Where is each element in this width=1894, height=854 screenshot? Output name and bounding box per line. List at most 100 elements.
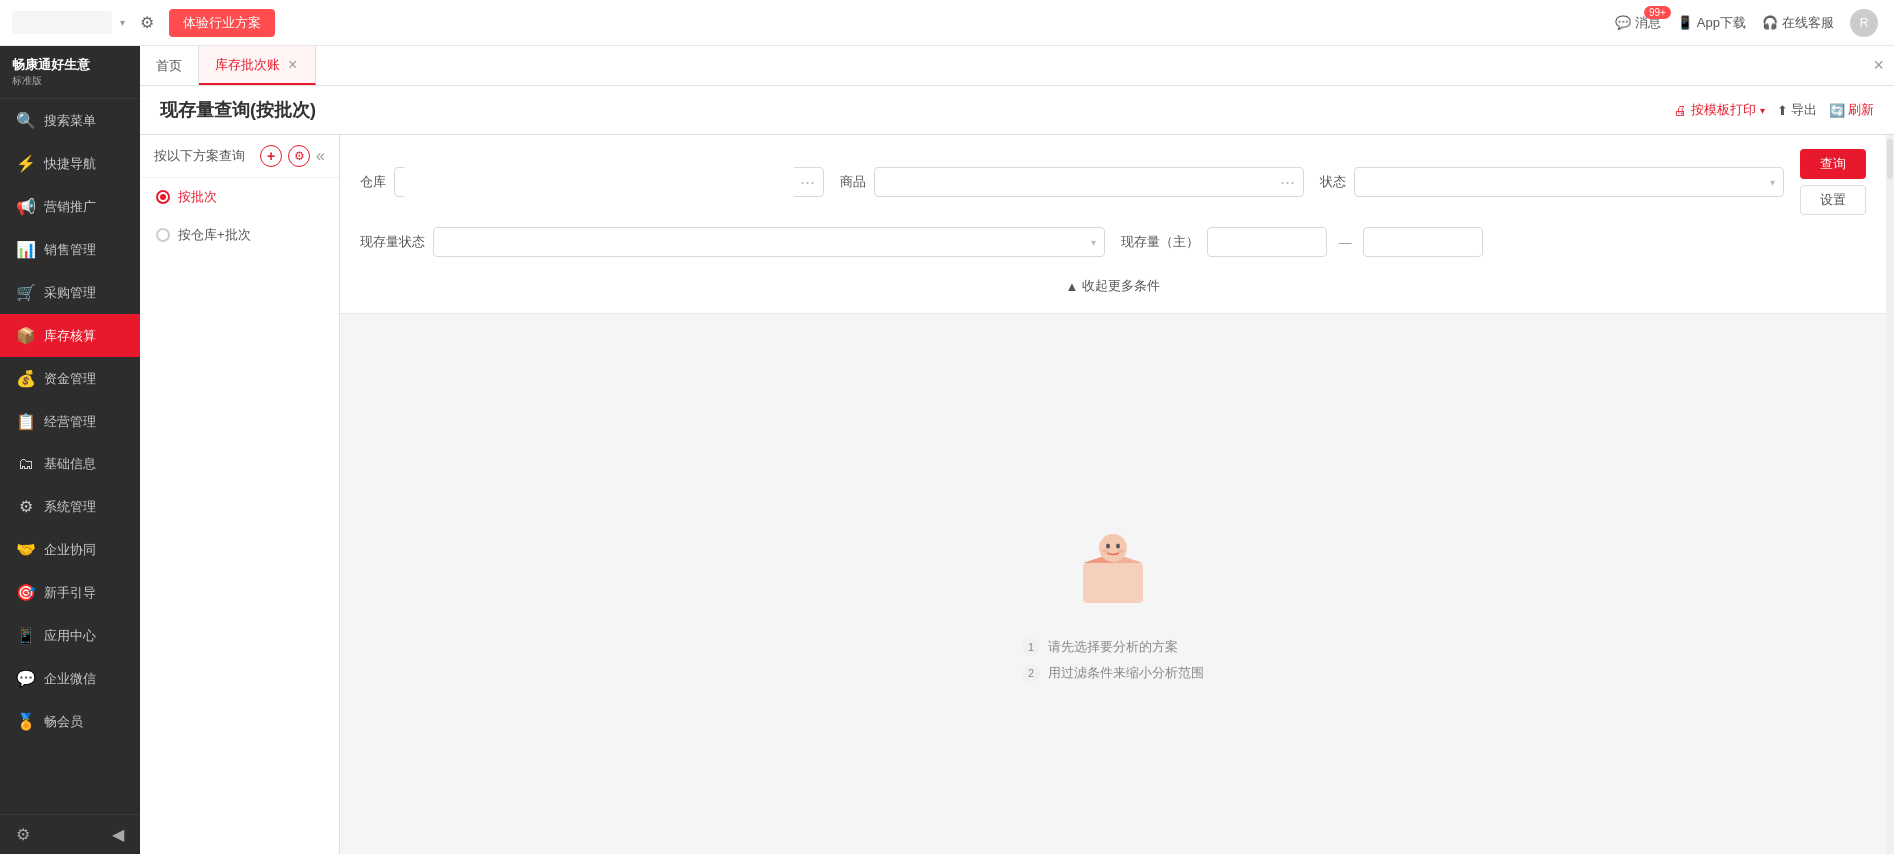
- topbar-gear-icon[interactable]: ⚙: [133, 9, 161, 37]
- tab-bar-close[interactable]: ×: [1863, 46, 1894, 85]
- qty-from-input[interactable]: [1216, 235, 1318, 250]
- sidebar-item-enterprise[interactable]: 🤝 企业协同: [0, 528, 140, 571]
- sidebar-item-basic[interactable]: 🗂 基础信息: [0, 443, 140, 485]
- sales-icon: 📊: [16, 240, 36, 259]
- svg-point-5: [1116, 544, 1120, 549]
- app-download-btn[interactable]: 📱 App下载: [1677, 14, 1746, 32]
- tab-bar: 首页 库存批次账 × ×: [140, 46, 1894, 86]
- sidebar-label-purchase: 采购管理: [44, 284, 96, 302]
- inventory-qty-label: 现存量（主）: [1121, 233, 1199, 251]
- operations-icon: 📋: [16, 412, 36, 431]
- sidebar-label-sales: 销售管理: [44, 241, 96, 259]
- inventory-icon: 📦: [16, 326, 36, 345]
- form-row-2: 现存量状态 ▾ 现存量（主） —: [360, 227, 1866, 257]
- page-header: 现存量查询(按批次) 🖨 按模板打印 ▾ ⬆ 导出 🔄 刷新: [140, 86, 1894, 135]
- sidebar-label-finance: 资金管理: [44, 370, 96, 388]
- sidebar-item-wechat[interactable]: 💬 企业微信: [0, 657, 140, 700]
- sidebar-item-newuser[interactable]: 🎯 新手引导: [0, 571, 140, 614]
- dropdown-icon[interactable]: ▾: [120, 17, 125, 28]
- sidebar: 畅康通好生意 标准版 🔍 搜索菜单 ⚡ 快捷导航 📢 营销推广 📊 销售管理 🛒: [0, 46, 140, 854]
- page-close-icon[interactable]: ×: [1873, 55, 1884, 76]
- print-template-btn[interactable]: 🖨 按模板打印 ▾: [1674, 101, 1765, 119]
- newuser-icon: 🎯: [16, 583, 36, 602]
- empty-illustration: [1063, 518, 1163, 618]
- collapse-more-btn[interactable]: ▲ 收起更多条件: [360, 269, 1866, 303]
- brand-name: 畅康通好生意: [12, 56, 128, 74]
- settings-button[interactable]: 设置: [1800, 185, 1866, 215]
- warehouse-label: 仓库: [360, 173, 386, 191]
- sidebar-item-operations[interactable]: 📋 经营管理: [0, 400, 140, 443]
- filter-panel: 按以下方案查询 + ⚙ « 按批次 按仓库+批次: [140, 135, 340, 854]
- svg-point-6: [1102, 550, 1108, 553]
- filter-scheme-by-warehouse-batch-label: 按仓库+批次: [178, 226, 251, 244]
- sidebar-item-system[interactable]: ⚙ 系统管理: [0, 485, 140, 528]
- right-scrollbar[interactable]: [1886, 135, 1894, 854]
- qty-from-wrapper[interactable]: [1207, 227, 1327, 257]
- messages-btn[interactable]: 💬 消息 99+: [1615, 14, 1661, 32]
- marketing-icon: 📢: [16, 197, 36, 216]
- search-menu-icon: 🔍: [16, 111, 36, 130]
- sidebar-label-operations: 经营管理: [44, 413, 96, 431]
- collapse-more-label: 收起更多条件: [1082, 277, 1160, 295]
- sidebar-item-inventory[interactable]: 📦 库存核算: [0, 314, 140, 357]
- right-content: 仓库 ··· 商品 ···: [340, 135, 1886, 854]
- tab-home[interactable]: 首页: [140, 46, 199, 85]
- sidebar-label-system: 系统管理: [44, 498, 96, 516]
- inventory-status-select[interactable]: ▾: [433, 227, 1105, 257]
- topbar-search[interactable]: [12, 11, 112, 34]
- tab-close-button[interactable]: ×: [286, 56, 299, 74]
- inventory-qty-field: 现存量（主） —: [1121, 227, 1866, 257]
- sidebar-label-marketing: 营销推广: [44, 198, 96, 216]
- filter-scheme-by-warehouse-batch[interactable]: 按仓库+批次: [140, 216, 339, 254]
- svg-point-4: [1106, 544, 1110, 549]
- sidebar-collapse-icon[interactable]: ◀: [112, 825, 124, 844]
- qty-to-wrapper[interactable]: [1363, 227, 1483, 257]
- goods-field: 商品 ···: [840, 167, 1304, 197]
- search-input[interactable]: [22, 15, 102, 30]
- sidebar-item-purchase[interactable]: 🛒 采购管理: [0, 271, 140, 314]
- goods-input[interactable]: [883, 175, 1276, 190]
- form-buttons: 查询 设置: [1800, 149, 1866, 215]
- filter-add-btn[interactable]: +: [260, 145, 282, 167]
- qty-to-input[interactable]: [1372, 235, 1474, 250]
- warehouse-input[interactable]: [403, 167, 796, 197]
- filter-panel-header: 按以下方案查询 + ⚙ «: [140, 135, 339, 178]
- query-button[interactable]: 查询: [1800, 149, 1866, 179]
- sidebar-settings-icon[interactable]: ⚙: [16, 825, 30, 844]
- sidebar-item-vip[interactable]: 🏅 畅会员: [0, 700, 140, 743]
- filter-settings-btn[interactable]: ⚙: [288, 145, 310, 167]
- status-caret-icon: ▾: [1770, 177, 1775, 188]
- refresh-label: 刷新: [1848, 101, 1874, 119]
- goods-dots[interactable]: ···: [1280, 173, 1295, 191]
- experience-button[interactable]: 体验行业方案: [169, 9, 275, 37]
- app-icon: 📱: [1677, 15, 1693, 30]
- export-btn[interactable]: ⬆ 导出: [1777, 101, 1817, 119]
- sidebar-label-search-menu: 搜索菜单: [44, 112, 96, 130]
- main-layout: 畅康通好生意 标准版 🔍 搜索菜单 ⚡ 快捷导航 📢 营销推广 📊 销售管理 🛒: [0, 46, 1894, 854]
- filter-scheme-by-batch[interactable]: 按批次: [140, 178, 339, 216]
- online-service-btn[interactable]: 🎧 在线客服: [1762, 14, 1834, 32]
- tab-inventory-batch[interactable]: 库存批次账 ×: [199, 46, 316, 85]
- user-avatar[interactable]: R: [1850, 9, 1882, 37]
- refresh-btn[interactable]: 🔄 刷新: [1829, 101, 1874, 119]
- sidebar-item-sales[interactable]: 📊 销售管理: [0, 228, 140, 271]
- qty-divider: —: [1335, 235, 1355, 250]
- goods-label: 商品: [840, 173, 866, 191]
- sidebar-item-quick-nav[interactable]: ⚡ 快捷导航: [0, 142, 140, 185]
- inventory-status-caret-icon: ▾: [1091, 237, 1096, 248]
- sidebar-item-finance[interactable]: 💰 资金管理: [0, 357, 140, 400]
- sidebar-item-marketing[interactable]: 📢 营销推广: [0, 185, 140, 228]
- sidebar-label-quick-nav: 快捷导航: [44, 155, 96, 173]
- message-icon: 💬: [1615, 15, 1631, 30]
- warehouse-dots[interactable]: ···: [800, 173, 815, 191]
- topbar: ▾ ⚙ 体验行业方案 💬 消息 99+ 📱 App下载 🎧 在线客服 R: [0, 0, 1894, 46]
- goods-input-wrapper[interactable]: ···: [874, 167, 1304, 197]
- svg-rect-0: [1083, 563, 1143, 603]
- sidebar-item-search-menu[interactable]: 🔍 搜索菜单: [0, 99, 140, 142]
- filter-collapse-icon[interactable]: «: [316, 147, 325, 165]
- warehouse-input-wrapper[interactable]: ···: [394, 167, 824, 197]
- status-select[interactable]: ▾: [1354, 167, 1784, 197]
- radio-by-warehouse-batch: [156, 228, 170, 242]
- sidebar-item-appstore[interactable]: 📱 应用中心: [0, 614, 140, 657]
- empty-hint-1: 1 请先选择要分析的方案: [1022, 638, 1204, 656]
